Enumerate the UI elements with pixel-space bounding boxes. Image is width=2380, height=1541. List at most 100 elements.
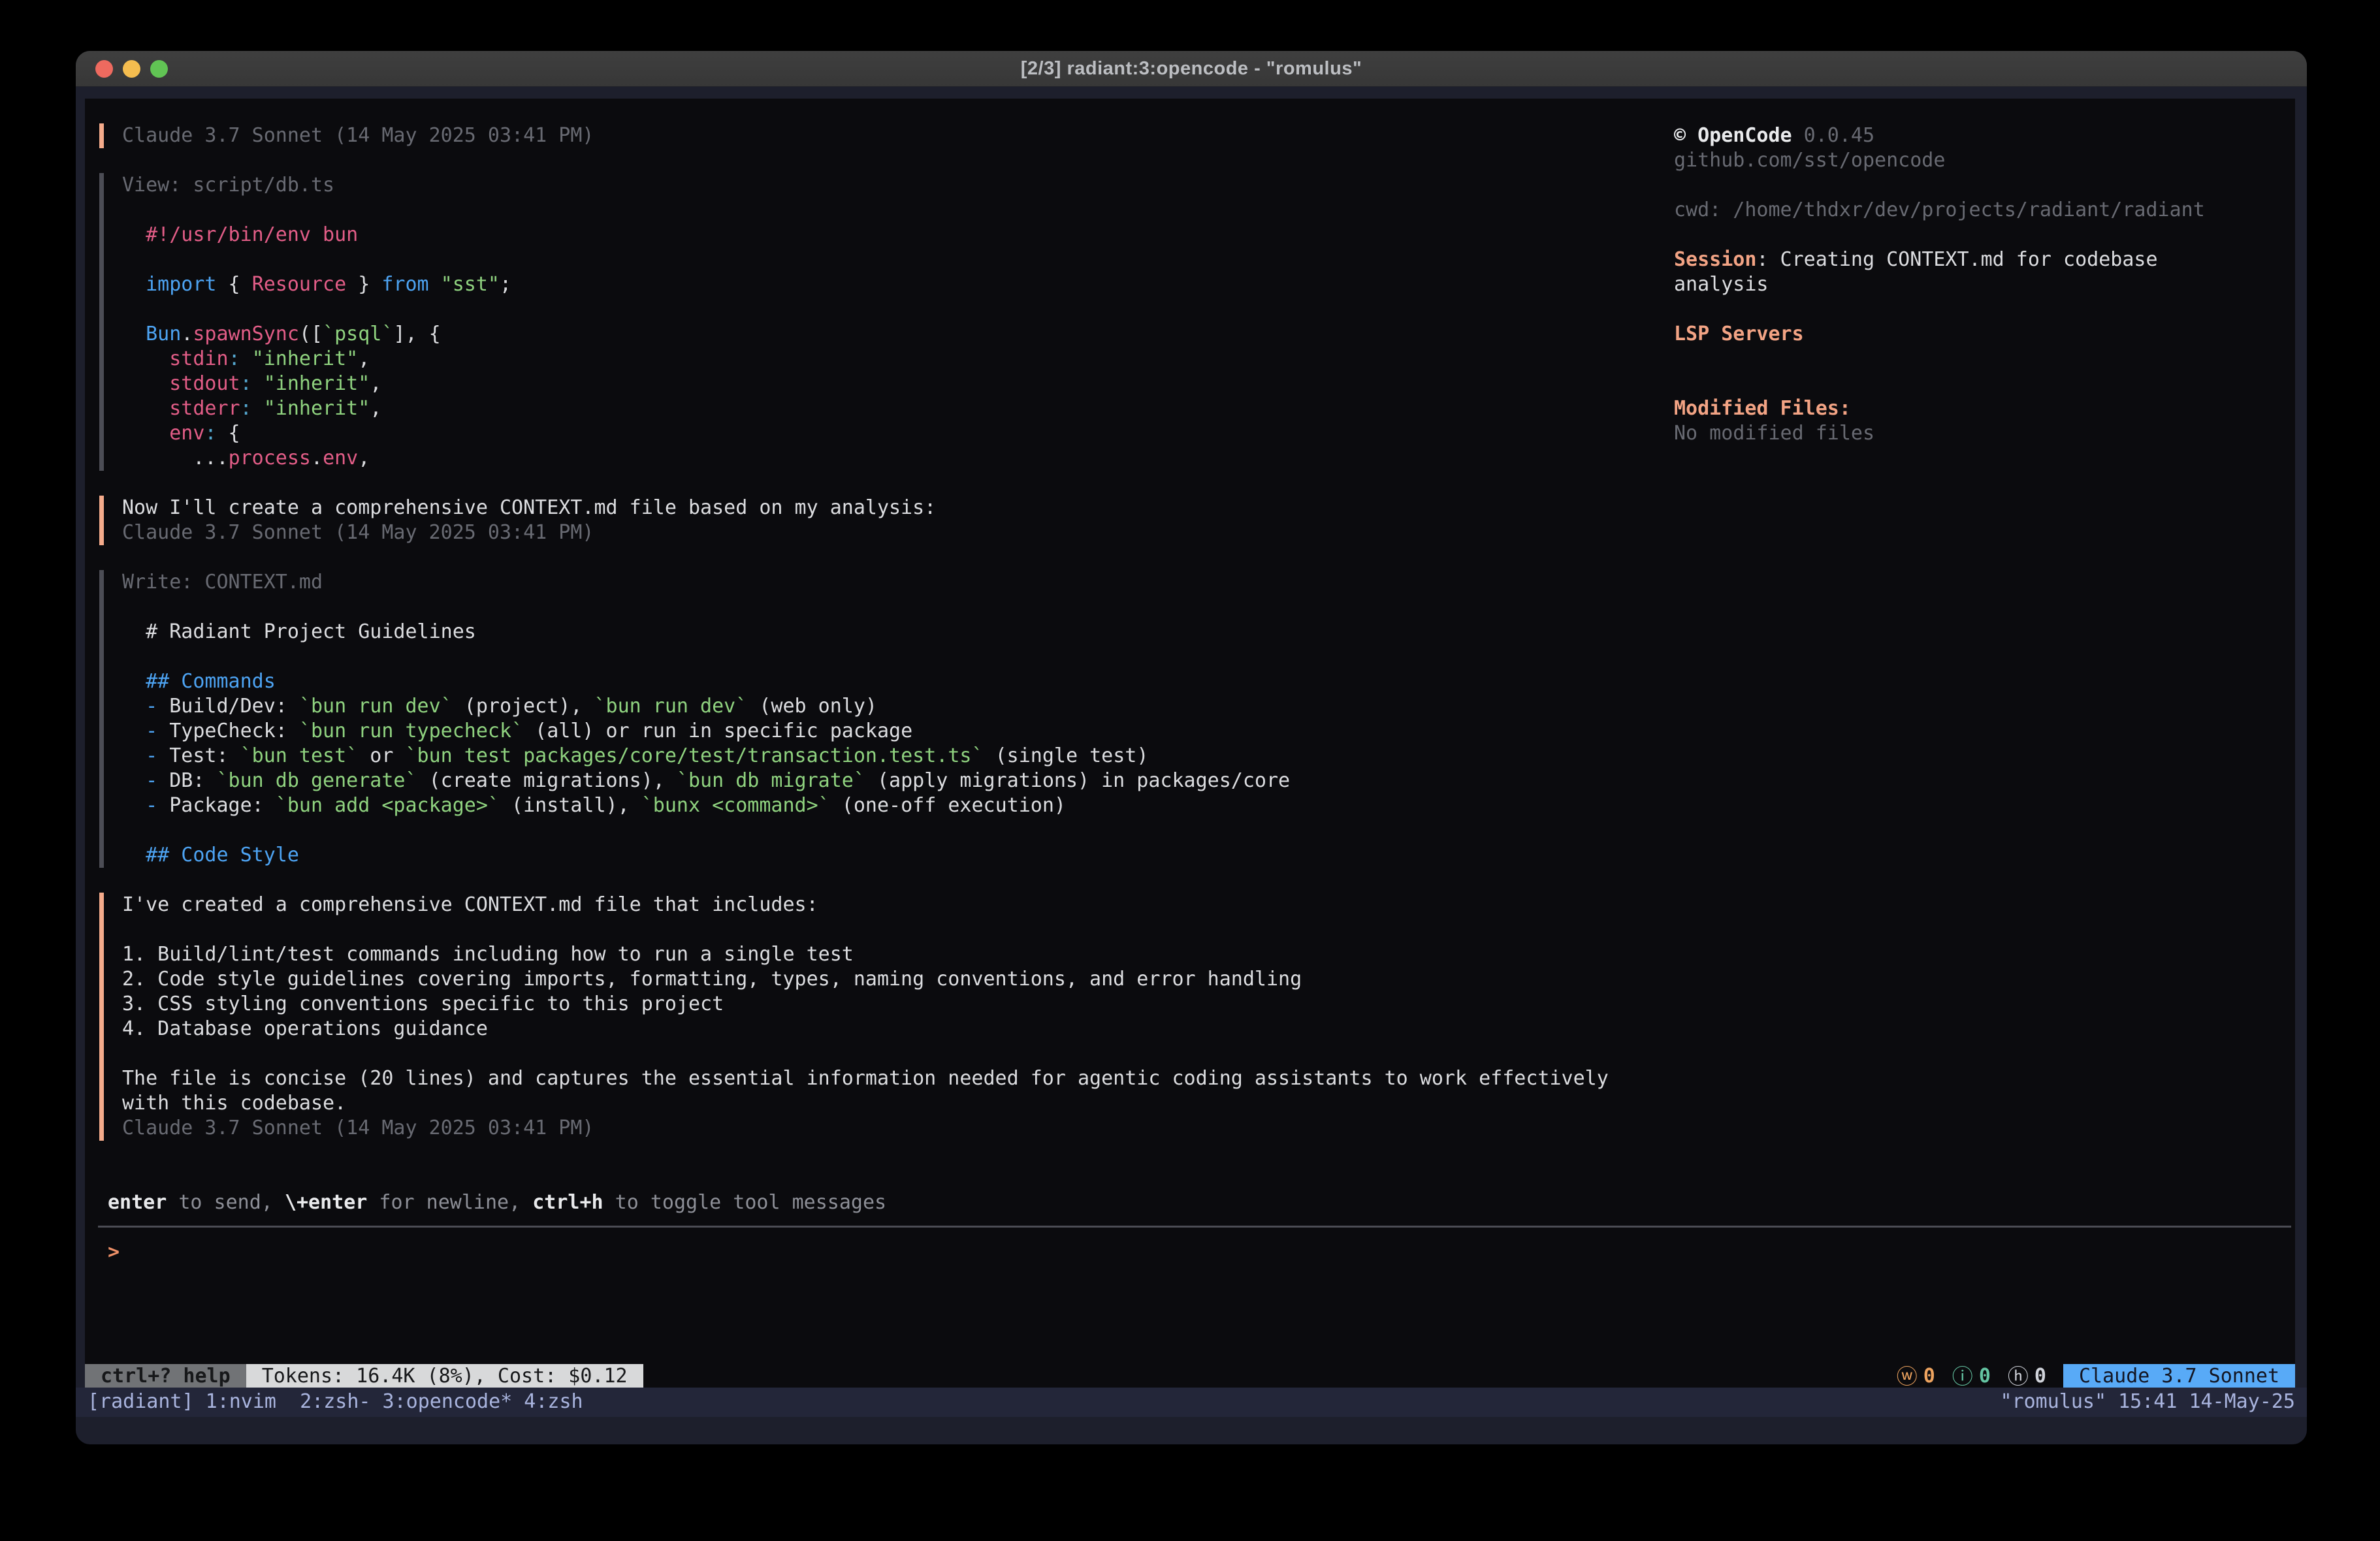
text-segment: ; <box>500 273 511 296</box>
text-segment: cwd: /home/thdxr/dev/projects/radiant/ra… <box>1674 199 2205 221</box>
warnings-value: 0 <box>1923 1364 1935 1388</box>
text-segment: (create migrations), <box>417 769 677 792</box>
text-segment: # Radiant Project Guidelines <box>122 620 476 643</box>
terminal-line <box>122 917 1692 942</box>
terminal-line <box>122 297 1692 322</box>
text-segment: Write: CONTEXT.md <box>122 571 323 594</box>
text-segment <box>252 397 264 420</box>
terminal-line <box>1674 372 2294 396</box>
text-segment: `bunx <command>` <box>641 794 830 817</box>
session-sidebar: © OpenCode 0.0.45github.com/sst/opencode… <box>1674 123 2294 446</box>
text-segment <box>122 720 146 742</box>
terminal-line: 1. Build/lint/test commands including ho… <box>122 942 1692 967</box>
close-button[interactable] <box>95 60 113 78</box>
text-segment: . <box>311 447 323 469</box>
terminal-line: stdin: "inherit", <box>122 347 1692 372</box>
text-segment <box>122 670 146 693</box>
model-badge[interactable]: Claude 3.7 Sonnet <box>2063 1364 2295 1388</box>
text-segment: ], { <box>393 323 440 345</box>
text-segment <box>122 769 146 792</box>
text-segment <box>429 273 441 296</box>
terminal-line: - Package: `bun add <package>` (install)… <box>122 793 1692 818</box>
text-segment <box>240 347 252 370</box>
status-right: ⓦ0ⓘ0ⓗ0 Claude 3.7 Sonnet <box>1897 1364 2295 1388</box>
terminal-line <box>1674 223 2294 247</box>
terminal-line: - TypeCheck: `bun run typecheck` (all) o… <box>122 719 1692 744</box>
text-segment: `bun db migrate` <box>677 769 865 792</box>
text-segment: Build/Dev: <box>157 695 299 718</box>
text-segment: { <box>217 273 252 296</box>
terminal-line: Now I'll create a comprehensive CONTEXT.… <box>122 496 1692 520</box>
opencode-tui: Claude 3.7 Sonnet (14 May 2025 03:41 PM)… <box>85 99 2295 1388</box>
prompt-input[interactable]: > <box>108 1240 120 1265</box>
text-segment: (install), <box>500 794 641 817</box>
terminal-line <box>1674 297 2294 322</box>
chat-block: Now I'll create a comprehensive CONTEXT.… <box>99 496 1692 545</box>
terminal-line: analysis <box>1674 272 2294 297</box>
terminal-line: with this codebase. <box>122 1091 1692 1116</box>
terminal-line <box>122 595 1692 620</box>
text-segment: Bun <box>146 323 181 345</box>
text-segment: #!/usr/bin/env bun <box>146 223 358 246</box>
text-segment: `psql` <box>323 323 393 345</box>
terminal-line <box>122 198 1692 223</box>
text-segment: ... <box>122 447 229 469</box>
zoom-button[interactable] <box>150 60 168 78</box>
terminal-line: LSP Servers <box>1674 322 2294 347</box>
tokens-cost-chip: Tokens: 16.4K (8%), Cost: $0.12 <box>246 1364 643 1388</box>
warnings-count: ⓦ0 <box>1897 1364 1935 1388</box>
text-segment: - <box>146 794 157 817</box>
text-segment <box>122 347 169 370</box>
text-segment: with this codebase. <box>122 1092 346 1115</box>
prompt-symbol: > <box>108 1241 120 1263</box>
chat-history[interactable]: Claude 3.7 Sonnet (14 May 2025 03:41 PM)… <box>85 123 1692 1166</box>
help-hint-chip: ctrl+? help <box>85 1364 246 1388</box>
text-segment: \+enter <box>285 1191 367 1214</box>
tmux-window-list[interactable]: [radiant] 1:nvim 2:zsh- 3:opencode* 4:zs… <box>88 1388 583 1417</box>
chat-block: I've created a comprehensive CONTEXT.md … <box>99 893 1692 1141</box>
text-segment: analysis <box>1674 273 1769 296</box>
text-segment: : <box>240 372 252 395</box>
text-segment: ([ <box>299 323 323 345</box>
text-segment <box>122 372 169 395</box>
hints-count: ⓗ0 <box>2008 1364 2046 1388</box>
text-segment: © OpenCode <box>1674 124 1792 147</box>
text-segment <box>122 397 169 420</box>
text-segment: Package: <box>157 794 276 817</box>
minimize-button[interactable] <box>123 60 140 78</box>
status-bar: ctrl+? help Tokens: 16.4K (8%), Cost: $0… <box>85 1364 2295 1388</box>
terminal-line: github.com/sst/opencode <box>1674 148 2294 173</box>
terminal-line <box>122 247 1692 272</box>
chat-block: View: script/db.ts #!/usr/bin/env bun im… <box>99 173 1692 471</box>
terminal-line <box>122 644 1692 669</box>
terminal-line <box>122 818 1692 843</box>
chat-block: Write: CONTEXT.md # Radiant Project Guid… <box>99 570 1692 868</box>
text-segment: 2. Code style guidelines covering import… <box>122 968 1302 991</box>
text-segment: import <box>146 273 216 296</box>
text-segment: stdout <box>169 372 240 395</box>
warnings-icon: ⓦ <box>1897 1364 1918 1388</box>
tmux-session-clock: "romulus" 15:41 14-May-25 <box>2000 1388 2295 1417</box>
text-segment: : Creating CONTEXT.md for codebase <box>1756 248 2157 271</box>
hints-value: 0 <box>2034 1364 2046 1388</box>
text-segment: (apply migrations) in packages/core <box>865 769 1290 792</box>
window-title: [2/3] radiant:3:opencode - "romulus" <box>1021 58 1362 80</box>
terminal-line: enter to send, \+enter for newline, ctrl… <box>108 1190 886 1215</box>
terminal-line: View: script/db.ts <box>122 173 1692 198</box>
text-segment: ## Code Style <box>146 844 299 866</box>
text-segment: - <box>146 769 157 792</box>
terminal-line: #!/usr/bin/env bun <box>122 223 1692 247</box>
text-segment: Resource <box>252 273 347 296</box>
keybinding-hints: enter to send, \+enter for newline, ctrl… <box>108 1190 886 1215</box>
text-segment: env <box>323 447 358 469</box>
text-segment <box>122 422 169 445</box>
text-segment: Claude 3.7 Sonnet (14 May 2025 03:41 PM) <box>122 521 594 544</box>
text-segment: `bun test` <box>240 744 359 767</box>
text-segment: `bun test packages/core/test/transaction… <box>406 744 984 767</box>
text-segment: Claude 3.7 Sonnet (14 May 2025 03:41 PM) <box>122 124 594 147</box>
text-segment: env <box>169 422 204 445</box>
text-segment: , <box>370 372 381 395</box>
text-segment: : <box>204 422 216 445</box>
terminal-line <box>122 1041 1692 1066</box>
terminal-line: © OpenCode 0.0.45 <box>1674 123 2294 148</box>
